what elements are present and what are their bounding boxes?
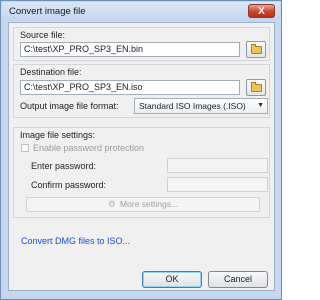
source-group: Source file: C:\test\XP_PRO_SP3_EN.bin: [13, 27, 270, 61]
gear-icon: ⚙: [107, 199, 116, 209]
chevron-down-icon: ▼: [257, 102, 264, 109]
destination-file-input[interactable]: C:\test\XP_PRO_SP3_EN.iso: [20, 80, 240, 95]
destination-group: Destination file: C:\test\XP_PRO_SP3_EN.…: [13, 64, 270, 118]
format-dropdown[interactable]: Standard ISO Images (.ISO) ▼: [134, 98, 268, 114]
image-settings-group: Image file settings: Enable password pro…: [13, 127, 270, 218]
more-settings-button[interactable]: ⚙ More settings...: [26, 197, 260, 212]
cancel-button[interactable]: Cancel: [208, 271, 268, 288]
source-label: Source file:: [20, 30, 66, 40]
source-file-input[interactable]: C:\test\XP_PRO_SP3_EN.bin: [20, 42, 240, 57]
enable-protection-label: Enable password protection: [33, 143, 145, 153]
enter-password-label: Enter password:: [31, 161, 97, 171]
destination-label: Destination file:: [20, 67, 82, 77]
close-button[interactable]: X: [248, 4, 275, 18]
confirm-password-input[interactable]: [167, 177, 268, 192]
confirm-password-label: Confirm password:: [31, 180, 107, 190]
dialog-client-area: Source file: C:\test\XP_PRO_SP3_EN.bin D…: [8, 22, 275, 291]
destination-browse-button[interactable]: [246, 79, 266, 96]
format-label: Output image file format:: [20, 101, 119, 111]
format-selected-value: Standard ISO Images (.ISO): [139, 101, 246, 111]
ok-button[interactable]: OK: [142, 271, 202, 288]
window-title: Convert image file: [9, 6, 86, 17]
more-settings-label: More settings...: [119, 199, 179, 209]
source-browse-button[interactable]: [246, 41, 266, 58]
image-settings-label: Image file settings:: [20, 130, 96, 140]
folder-icon: [251, 82, 262, 92]
close-icon: X: [258, 6, 265, 17]
folder-icon: [251, 44, 262, 54]
title-bar[interactable]: Convert image file X: [2, 2, 280, 20]
dialog-window: Convert image file X Source file: C:\tes…: [0, 0, 282, 300]
enable-protection-checkbox[interactable]: [21, 144, 29, 152]
enter-password-input[interactable]: [167, 158, 268, 173]
convert-dmg-link[interactable]: Convert DMG files to ISO...: [21, 236, 130, 246]
